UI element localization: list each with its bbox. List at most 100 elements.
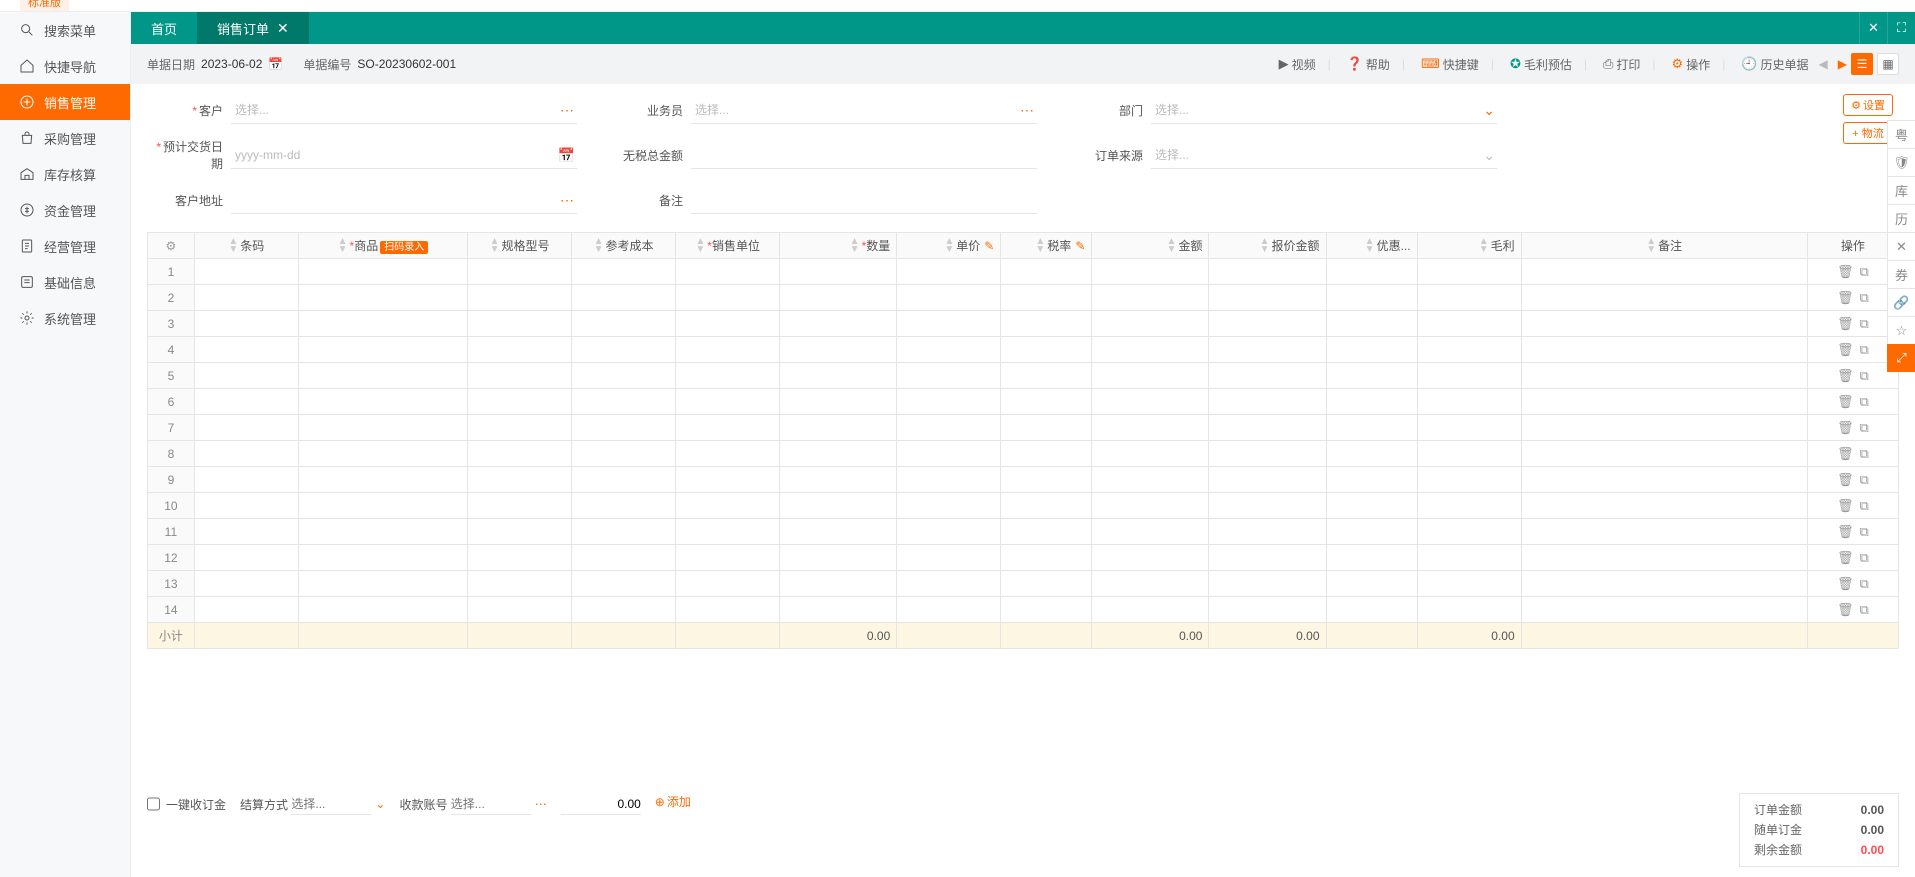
- cell-qty[interactable]: [780, 415, 897, 441]
- tab-close-icon[interactable]: ✕: [277, 20, 289, 37]
- cell-profit[interactable]: [1417, 467, 1521, 493]
- cell-amount[interactable]: [1092, 363, 1209, 389]
- sidebar-item-1[interactable]: 快捷导航: [0, 48, 130, 84]
- cell-discount[interactable]: [1326, 545, 1417, 571]
- cell-unit[interactable]: [676, 259, 780, 285]
- cell-price[interactable]: [897, 259, 1001, 285]
- sidebar-item-5[interactable]: 资金管理: [0, 192, 130, 228]
- cell-amount[interactable]: [1092, 597, 1209, 623]
- cell-amount[interactable]: [1092, 571, 1209, 597]
- cell-profit[interactable]: [1417, 285, 1521, 311]
- toolbar-action-2[interactable]: ⌨快捷键: [1421, 56, 1479, 73]
- cell-qty[interactable]: [780, 259, 897, 285]
- col-spec[interactable]: ▲▼规格型号: [468, 233, 572, 259]
- cell-spec[interactable]: [468, 545, 572, 571]
- cell-unit[interactable]: [676, 493, 780, 519]
- cell-discount[interactable]: [1326, 363, 1417, 389]
- copy-row-icon[interactable]: ⧉: [1860, 394, 1869, 409]
- salesperson-picker-icon[interactable]: ⋯: [1020, 102, 1035, 119]
- cell-quote[interactable]: [1209, 545, 1326, 571]
- delete-row-icon[interactable]: 🗑: [1837, 290, 1854, 305]
- cell-note[interactable]: [1521, 311, 1807, 337]
- cell-unit[interactable]: [676, 467, 780, 493]
- cell-unit[interactable]: [676, 337, 780, 363]
- toolbar-action-3[interactable]: ✪毛利预估: [1510, 56, 1572, 73]
- cell-tax[interactable]: [1001, 259, 1092, 285]
- cell-amount[interactable]: [1092, 259, 1209, 285]
- cell-cost[interactable]: [572, 259, 676, 285]
- cell-profit[interactable]: [1417, 519, 1521, 545]
- cell-cost[interactable]: [572, 597, 676, 623]
- delete-row-icon[interactable]: 🗑: [1837, 550, 1854, 565]
- cell-discount[interactable]: [1326, 415, 1417, 441]
- cell-barcode[interactable]: [194, 259, 298, 285]
- cell-quote[interactable]: [1209, 285, 1326, 311]
- cell-quote[interactable]: [1209, 441, 1326, 467]
- cell-profit[interactable]: [1417, 415, 1521, 441]
- rail-item-6[interactable]: 🔗: [1887, 288, 1915, 316]
- cell-profit[interactable]: [1417, 311, 1521, 337]
- cell-discount[interactable]: [1326, 493, 1417, 519]
- cell-qty[interactable]: [780, 493, 897, 519]
- cell-barcode[interactable]: [194, 337, 298, 363]
- cell-qty[interactable]: [780, 363, 897, 389]
- delete-row-icon[interactable]: 🗑: [1837, 446, 1854, 461]
- cell-product[interactable]: [298, 441, 467, 467]
- cell-price[interactable]: [897, 311, 1001, 337]
- cell-spec[interactable]: [468, 519, 572, 545]
- cell-profit[interactable]: [1417, 337, 1521, 363]
- cell-note[interactable]: [1521, 545, 1807, 571]
- table-row[interactable]: 7🗑⧉: [148, 415, 1899, 441]
- cell-amount[interactable]: [1092, 415, 1209, 441]
- delete-row-icon[interactable]: 🗑: [1837, 602, 1854, 617]
- cell-cost[interactable]: [572, 467, 676, 493]
- col-qty[interactable]: ▲▼*数量: [780, 233, 897, 259]
- copy-row-icon[interactable]: ⧉: [1860, 342, 1869, 357]
- cell-quote[interactable]: [1209, 259, 1326, 285]
- sidebar-item-2[interactable]: 销售管理: [0, 84, 130, 120]
- remark-input[interactable]: [691, 186, 1037, 214]
- delete-row-icon[interactable]: 🗑: [1837, 576, 1854, 591]
- cell-note[interactable]: [1521, 519, 1807, 545]
- order-source-chevron-icon[interactable]: ⌄: [1483, 147, 1495, 164]
- copy-row-icon[interactable]: ⧉: [1860, 446, 1869, 461]
- rail-item-8[interactable]: ⤢: [1887, 344, 1915, 372]
- cell-quote[interactable]: [1209, 571, 1326, 597]
- cell-barcode[interactable]: [194, 363, 298, 389]
- sidebar-item-4[interactable]: 库存核算: [0, 156, 130, 192]
- cell-spec[interactable]: [468, 415, 572, 441]
- cell-price[interactable]: [897, 493, 1001, 519]
- sidebar-item-6[interactable]: 经营管理: [0, 228, 130, 264]
- cell-tax[interactable]: [1001, 389, 1092, 415]
- cell-discount[interactable]: [1326, 389, 1417, 415]
- copy-row-icon[interactable]: ⧉: [1860, 602, 1869, 617]
- logistics-button[interactable]: + 物流: [1843, 122, 1893, 144]
- scan-badge[interactable]: 扫码录入: [380, 241, 428, 254]
- cell-unit[interactable]: [676, 311, 780, 337]
- cell-barcode[interactable]: [194, 285, 298, 311]
- cell-product[interactable]: [298, 259, 467, 285]
- settings-button[interactable]: ⚙设置: [1843, 94, 1893, 116]
- table-row[interactable]: 12🗑⧉: [148, 545, 1899, 571]
- cell-qty[interactable]: [780, 597, 897, 623]
- add-payment-button[interactable]: ⊕添加: [655, 793, 691, 810]
- cell-product[interactable]: [298, 519, 467, 545]
- col-unit[interactable]: ▲▼*销售单位: [676, 233, 780, 259]
- cell-tax[interactable]: [1001, 285, 1092, 311]
- cell-spec[interactable]: [468, 259, 572, 285]
- cell-tax[interactable]: [1001, 493, 1092, 519]
- cell-tax[interactable]: [1001, 363, 1092, 389]
- calendar-icon[interactable]: 📅: [268, 57, 283, 71]
- col-product[interactable]: ▲▼*商品扫码录入: [298, 233, 467, 259]
- cell-unit[interactable]: [676, 389, 780, 415]
- delete-row-icon[interactable]: 🗑: [1837, 498, 1854, 513]
- customer-address-input[interactable]: [231, 186, 577, 214]
- rail-item-1[interactable]: 🛡: [1887, 148, 1915, 176]
- cell-spec[interactable]: [468, 285, 572, 311]
- cell-tax[interactable]: [1001, 519, 1092, 545]
- cell-product[interactable]: [298, 545, 467, 571]
- cell-spec[interactable]: [468, 389, 572, 415]
- delete-row-icon[interactable]: 🗑: [1837, 472, 1854, 487]
- cell-qty[interactable]: [780, 337, 897, 363]
- cell-tax[interactable]: [1001, 441, 1092, 467]
